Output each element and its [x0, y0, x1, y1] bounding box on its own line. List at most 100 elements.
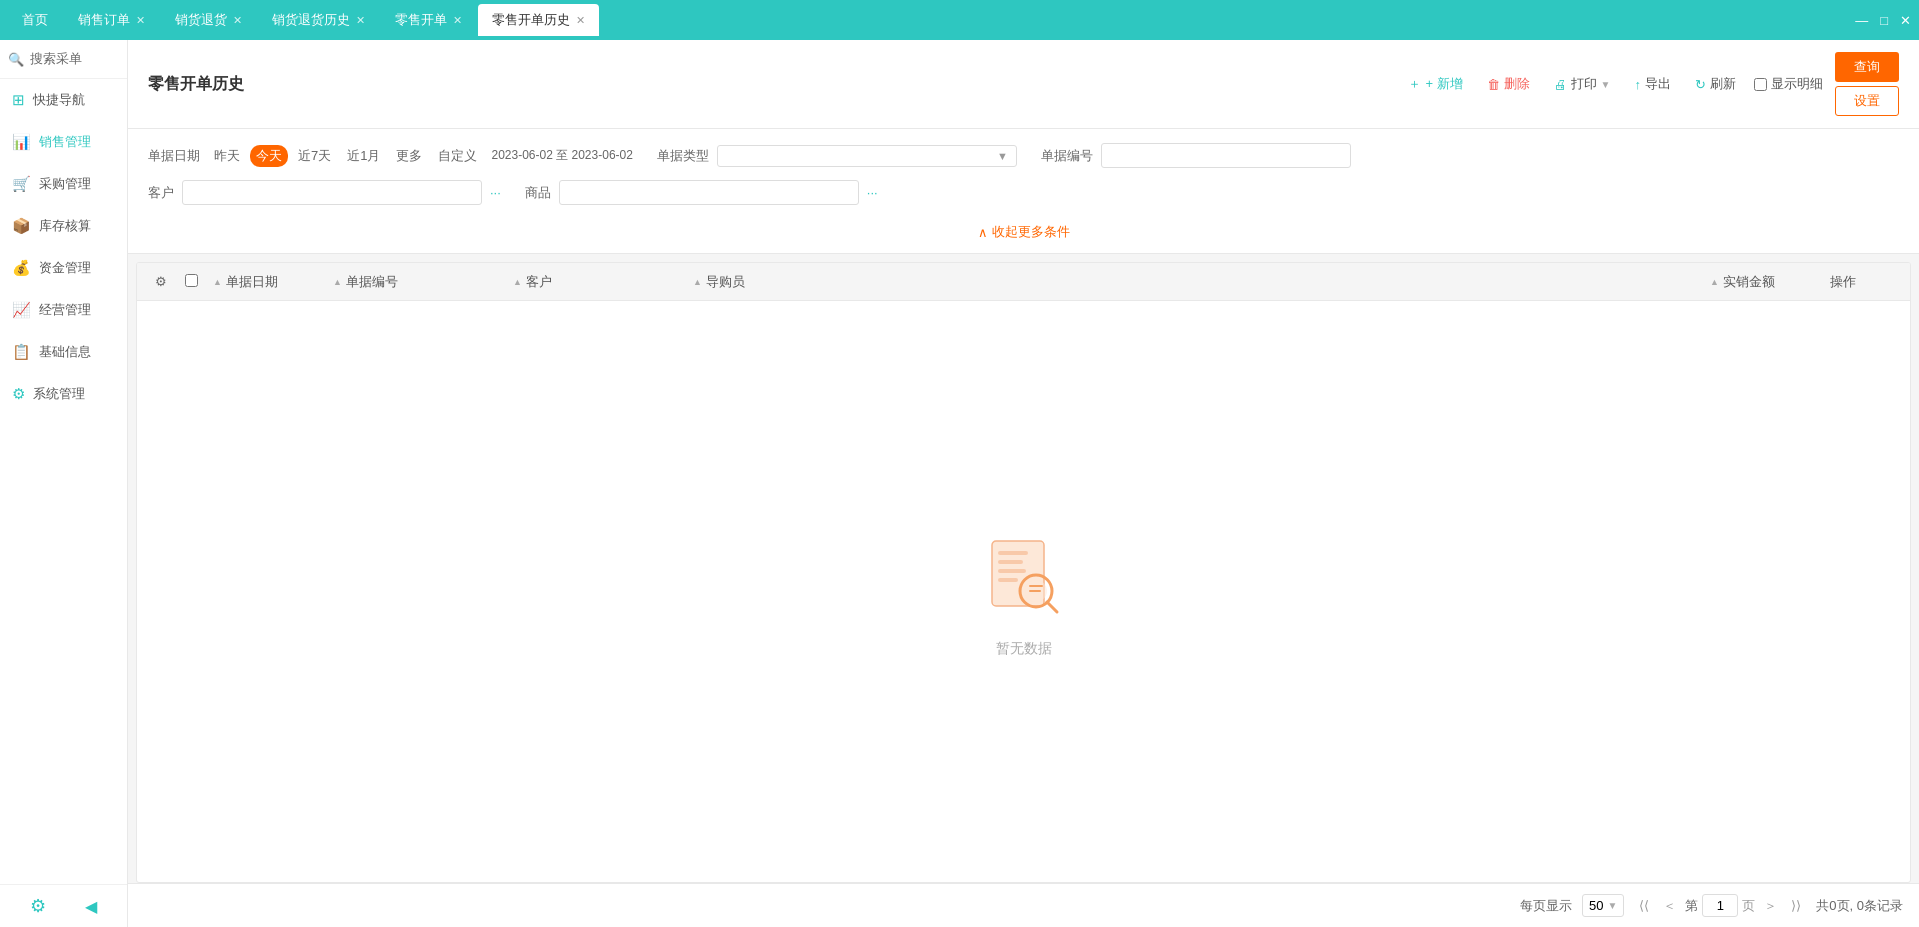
type-filter-select[interactable]: ▼ [717, 145, 1017, 167]
tab-sales-return-history[interactable]: 销货退货历史 ✕ [258, 4, 379, 36]
window-close-btn[interactable]: ✕ [1900, 13, 1911, 28]
tab-retail-open[interactable]: 零售开单 ✕ [381, 4, 476, 36]
page-nav: ⟨⟨ ＜ 第 页 ＞ ⟩⟩ [1634, 894, 1806, 917]
sidebar-item-basic-info-label: 基础信息 [39, 343, 91, 361]
total-info: 共0页, 0条记录 [1816, 897, 1903, 915]
th-num[interactable]: ▲ 单据编号 [325, 273, 505, 291]
shortcut-last7[interactable]: 近7天 [292, 145, 337, 167]
display-detail-label: 显示明细 [1771, 75, 1823, 93]
tab-sales-return-close[interactable]: ✕ [233, 14, 242, 27]
filter-area: 单据日期 昨天 今天 近7天 近1月 更多 自定义 2023-06-02 至 2… [128, 129, 1919, 254]
product-filter-input[interactable] [559, 180, 859, 205]
type-filter-group: 单据类型 ▼ [657, 145, 1017, 167]
sidebar-item-inventory[interactable]: 📦 库存核算 [0, 205, 127, 247]
refresh-icon: ↻ [1695, 77, 1706, 92]
sidebar-item-operation-label: 经营管理 [39, 301, 91, 319]
table-select-all-checkbox[interactable] [177, 274, 205, 290]
next-page-btn[interactable]: ＞ [1759, 895, 1782, 917]
table-header: ⚙ ▲ 单据日期 ▲ 单据编号 ▲ 客户 ▲ 导购员 [137, 263, 1910, 301]
select-all-input[interactable] [185, 274, 198, 287]
th-actions-label: 操作 [1830, 273, 1856, 291]
collapse-label: 收起更多条件 [992, 223, 1070, 241]
sidebar-item-system[interactable]: ⚙ 系统管理 [0, 373, 127, 415]
shortcut-yesterday[interactable]: 昨天 [208, 145, 246, 167]
tab-home[interactable]: 首页 [8, 4, 62, 36]
delete-button[interactable]: 🗑 删除 [1481, 71, 1536, 97]
display-detail-input[interactable] [1754, 78, 1767, 91]
current-page-input[interactable] [1702, 894, 1738, 917]
type-select-arrow-icon: ▼ [997, 150, 1008, 162]
sidebar-item-inventory-label: 库存核算 [39, 217, 91, 235]
tab-retail-open-close[interactable]: ✕ [453, 14, 462, 27]
system-icon: ⚙ [12, 385, 25, 403]
tab-retail-open-history-close[interactable]: ✕ [576, 14, 585, 27]
tab-sales-return-label: 销货退货 [175, 11, 227, 29]
svg-rect-1 [998, 551, 1028, 555]
basic-info-icon: 📋 [12, 343, 31, 361]
tab-retail-open-history[interactable]: 零售开单历史 ✕ [478, 4, 599, 36]
add-label: + 新增 [1425, 75, 1462, 93]
date-shortcuts: 昨天 今天 近7天 近1月 更多 自定义 [208, 145, 483, 167]
customer-dots[interactable]: ··· [490, 185, 501, 200]
product-dots[interactable]: ··· [867, 185, 878, 200]
date-range-display: 2023-06-02 至 2023-06-02 [491, 147, 632, 164]
num-filter-input[interactable] [1101, 143, 1351, 168]
first-page-btn[interactable]: ⟨⟨ [1634, 896, 1654, 915]
th-date-label: 单据日期 [226, 273, 278, 291]
sidebar-item-sales-mgmt[interactable]: 📊 销售管理 [0, 121, 127, 163]
pagination-bar: 每页显示 50 ▼ ⟨⟨ ＜ 第 页 ＞ ⟩⟩ 共0页, 0条记录 [128, 883, 1919, 927]
window-minimize-btn[interactable]: — [1855, 13, 1868, 28]
sort-num-icon: ▲ [333, 277, 342, 287]
main-layout: 🔍 搜索采单 ⊞ 快捷导航 📊 销售管理 🛒 采购管理 📦 库存核算 💰 资金管… [0, 40, 1919, 927]
last-page-btn[interactable]: ⟩⟩ [1786, 896, 1806, 915]
query-button[interactable]: 查询 [1835, 52, 1899, 82]
collapse-more-btn[interactable]: ∧ 收起更多条件 [148, 217, 1899, 247]
add-icon: ＋ [1408, 75, 1421, 93]
delete-icon: 🗑 [1487, 77, 1500, 92]
th-amount[interactable]: ▲ 实销金额 [1702, 273, 1822, 291]
tab-sales-return-history-close[interactable]: ✕ [356, 14, 365, 27]
add-button[interactable]: ＋ + 新增 [1402, 71, 1468, 97]
th-actions: 操作 [1822, 273, 1902, 291]
sort-amount-icon: ▲ [1710, 277, 1719, 287]
page-size-arrow-icon: ▼ [1607, 900, 1617, 911]
top-right-controls: — □ ✕ [1855, 13, 1911, 28]
page-size-select[interactable]: 50 ▼ [1582, 894, 1624, 917]
date-filter-group: 单据日期 昨天 今天 近7天 近1月 更多 自定义 2023-06-02 至 2… [148, 145, 633, 167]
sidebar-item-basic-info[interactable]: 📋 基础信息 [0, 331, 127, 373]
tab-sales-order[interactable]: 销售订单 ✕ [64, 4, 159, 36]
export-icon: ↑ [1635, 77, 1642, 92]
shortcut-last1m[interactable]: 近1月 [341, 145, 386, 167]
print-arrow-icon: ▼ [1601, 79, 1611, 90]
shortcut-more[interactable]: 更多 [390, 145, 428, 167]
th-guide[interactable]: ▲ 导购员 [685, 273, 805, 291]
sidebar-item-operation[interactable]: 📈 经营管理 [0, 289, 127, 331]
tab-sales-return[interactable]: 销货退货 ✕ [161, 4, 256, 36]
sidebar-settings-icon[interactable]: ⚙ [30, 895, 46, 917]
sidebar: 🔍 搜索采单 ⊞ 快捷导航 📊 销售管理 🛒 采购管理 📦 库存核算 💰 资金管… [0, 40, 128, 927]
prev-page-btn[interactable]: ＜ [1658, 895, 1681, 917]
display-detail-checkbox[interactable]: 显示明细 [1754, 75, 1823, 93]
export-button[interactable]: ↑ 导出 [1629, 71, 1678, 97]
shortcut-custom[interactable]: 自定义 [432, 145, 483, 167]
window-maximize-btn[interactable]: □ [1880, 13, 1888, 28]
th-guide-label: 导购员 [706, 273, 745, 291]
settings-button[interactable]: 设置 [1835, 86, 1899, 116]
sidebar-item-purchase-mgmt[interactable]: 🛒 采购管理 [0, 163, 127, 205]
sidebar-search[interactable]: 🔍 搜索采单 [0, 40, 127, 79]
table-settings-icon[interactable]: ⚙ [145, 274, 177, 289]
tab-home-label: 首页 [22, 11, 48, 29]
sidebar-item-finance[interactable]: 💰 资金管理 [0, 247, 127, 289]
sidebar-collapse-icon[interactable]: ◀ [85, 897, 97, 916]
th-customer[interactable]: ▲ 客户 [505, 273, 685, 291]
table-area: ⚙ ▲ 单据日期 ▲ 单据编号 ▲ 客户 ▲ 导购员 [136, 262, 1911, 883]
refresh-button[interactable]: ↻ 刷新 [1689, 71, 1742, 97]
tab-sales-order-close[interactable]: ✕ [136, 14, 145, 27]
sort-customer-icon: ▲ [513, 277, 522, 287]
sidebar-item-quick-nav[interactable]: ⊞ 快捷导航 [0, 79, 127, 121]
empty-icon [974, 526, 1074, 626]
print-button[interactable]: 🖨 打印 ▼ [1548, 71, 1617, 97]
th-date[interactable]: ▲ 单据日期 [205, 273, 325, 291]
customer-filter-input[interactable] [182, 180, 482, 205]
shortcut-today[interactable]: 今天 [250, 145, 288, 167]
